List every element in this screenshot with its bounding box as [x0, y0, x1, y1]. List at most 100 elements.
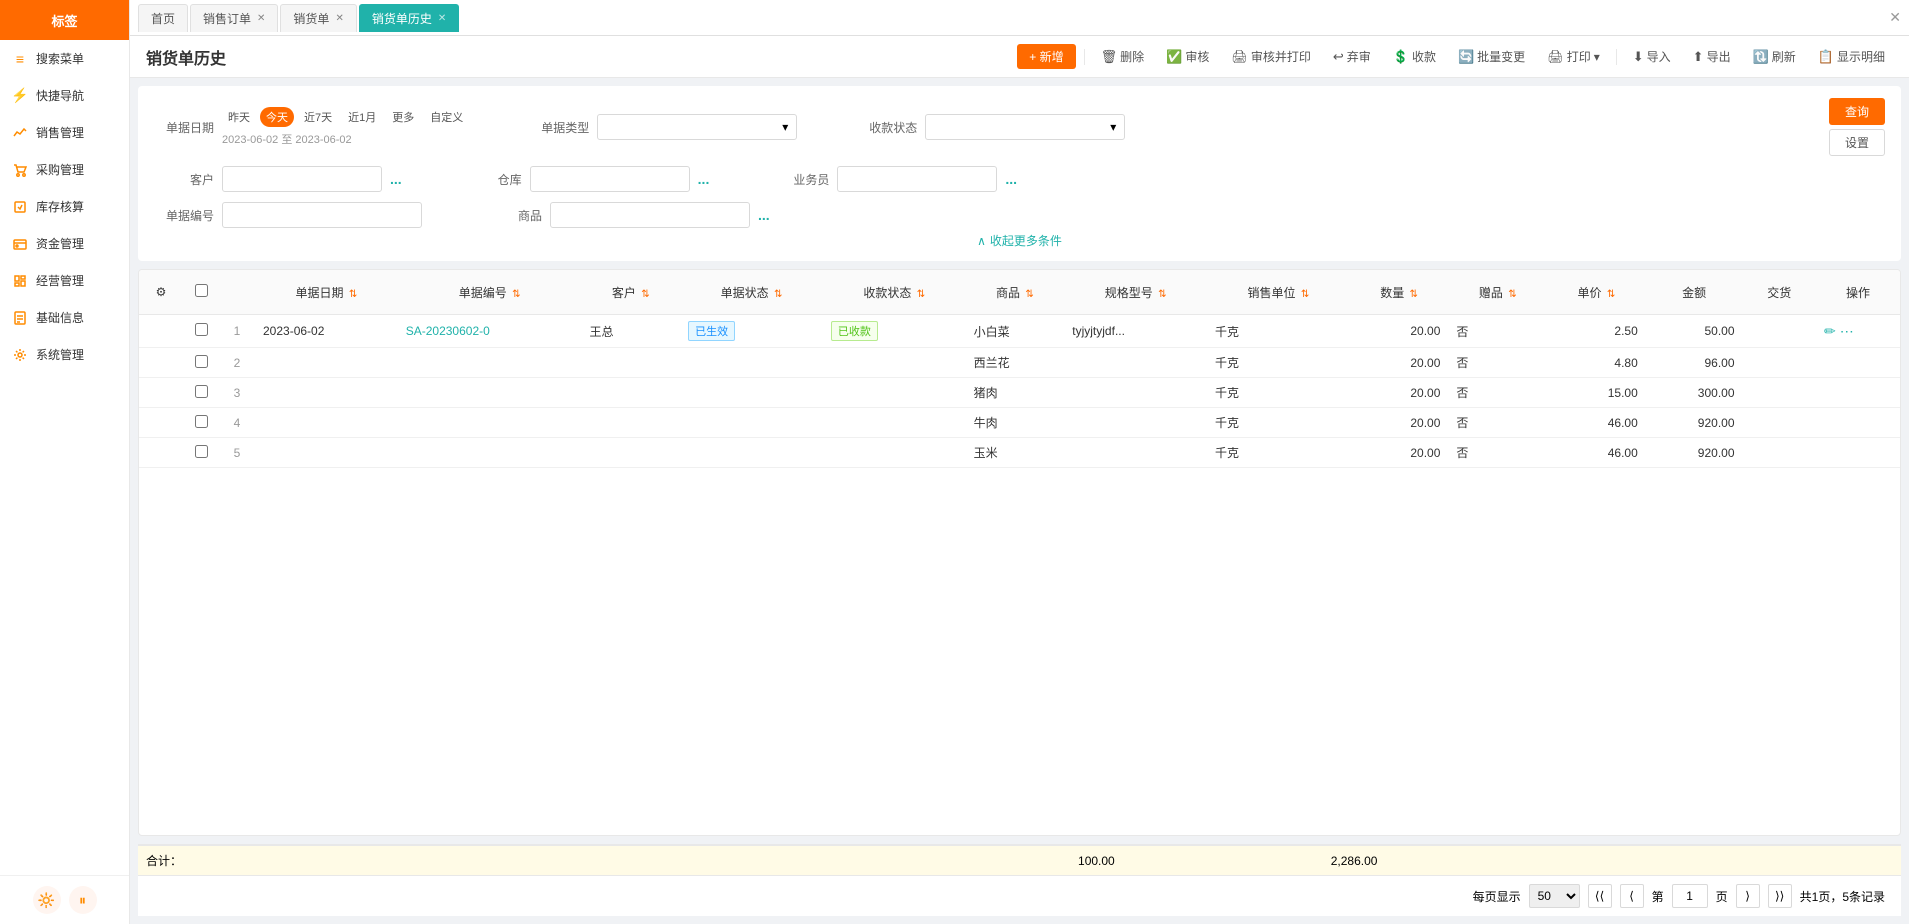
cell-collect-status-0: 已收款 — [823, 315, 966, 348]
date-pill-7days[interactable]: 近7天 — [298, 107, 338, 127]
col-collect-status[interactable]: 收款状态 ⇅ — [823, 270, 966, 315]
filter-area: 单据日期 昨天 今天 近7天 近1月 更多 自定义 2023-06-02 至 2… — [138, 86, 1901, 261]
sidebar-item-sales-mgmt[interactable]: 销售管理 — [0, 114, 129, 151]
date-pill-1month[interactable]: 近1月 — [342, 107, 382, 127]
warehouse-input[interactable] — [530, 166, 690, 192]
col-customer[interactable]: 客户 ⇅ — [581, 270, 680, 315]
tab-sales-history-close[interactable]: ✕ — [438, 13, 446, 24]
sidebar-bottom-btn2[interactable]: ⏸ — [69, 886, 97, 914]
collect-button[interactable]: 💲 收款 — [1385, 44, 1444, 69]
filter-date: 单据日期 昨天 今天 近7天 近1月 更多 自定义 2023-06-02 至 2… — [154, 107, 469, 147]
row-checkbox-3[interactable] — [195, 415, 208, 428]
print-button[interactable]: 🖨 打印 ▾ — [1539, 44, 1608, 69]
doc-type-select[interactable]: ▾ — [597, 114, 797, 140]
sidebar-item-search-menu[interactable]: ≡ 搜索菜单 — [0, 40, 129, 77]
abandon-button[interactable]: ↩ 弃审 — [1325, 44, 1379, 69]
sidebar-bottom-btn1[interactable]: 🔆 — [33, 886, 61, 914]
sidebar-item-base-info[interactable]: 基础信息 — [0, 299, 129, 336]
col-sales-unit[interactable]: 销售单位 ⇅ — [1207, 270, 1350, 315]
batch-change-button[interactable]: 🔄 批量变更 — [1450, 44, 1533, 69]
col-unit-price[interactable]: 单价 ⇅ — [1547, 270, 1646, 315]
delete-button[interactable]: 🗑 删除 — [1093, 44, 1153, 69]
col-doc-no[interactable]: 单据编号 ⇅ — [398, 270, 582, 315]
setting-button[interactable]: 设置 — [1829, 129, 1885, 156]
more-icon-0[interactable]: ⋯ — [1840, 323, 1854, 340]
row-checkbox-2[interactable] — [195, 385, 208, 398]
tab-sales-history[interactable]: 销货单历史 ✕ — [359, 4, 459, 32]
date-pill-today[interactable]: 今天 — [260, 107, 294, 127]
page-first-btn[interactable]: ⟨⟨ — [1588, 884, 1612, 908]
tab-close-all[interactable]: ✕ — [1889, 9, 1901, 26]
col-goods[interactable]: 商品 ⇅ — [966, 270, 1065, 315]
customer-ellipsis-btn[interactable]: ... — [390, 171, 402, 187]
review-print-icon: 🖨 — [1231, 49, 1248, 65]
tab-home[interactable]: 首页 — [138, 4, 188, 32]
cell-customer-4 — [581, 438, 680, 468]
cell-gift-4: 否 — [1448, 438, 1547, 468]
col-doc-status[interactable]: 单据状态 ⇅ — [680, 270, 823, 315]
page-input[interactable] — [1672, 884, 1708, 908]
new-button[interactable]: + 新增 — [1017, 44, 1075, 69]
sidebar-item-fund-mgmt[interactable]: 资金管理 — [0, 225, 129, 262]
page-last-btn[interactable]: ⟩⟩ — [1768, 884, 1792, 908]
cell-collect-status-4 — [823, 438, 966, 468]
page-prev-btn[interactable]: ⟨ — [1620, 884, 1644, 908]
sidebar-item-inventory-calc[interactable]: 库存核算 — [0, 188, 129, 225]
col-quantity[interactable]: 数量 ⇅ — [1350, 270, 1449, 315]
sales-mgmt-icon — [12, 125, 28, 141]
select-all-checkbox[interactable] — [195, 284, 208, 297]
cell-customer-3 — [581, 408, 680, 438]
cell-gear-0 — [139, 315, 183, 348]
col-gift[interactable]: 赠品 ⇅ — [1448, 270, 1547, 315]
filter-doc-type: 单据类型 ▾ — [529, 114, 797, 140]
row-checkbox-4[interactable] — [195, 445, 208, 458]
date-pill-more[interactable]: 更多 — [386, 107, 420, 127]
cell-doc-date-3 — [255, 408, 398, 438]
col-spec-type[interactable]: 规格型号 ⇅ — [1064, 270, 1207, 315]
sidebar-item-sys-mgmt[interactable]: 系统管理 — [0, 336, 129, 373]
cell-doc-no-3 — [398, 408, 582, 438]
cell-unit-price-3: 46.00 — [1547, 408, 1646, 438]
date-pill-custom[interactable]: 自定义 — [424, 107, 469, 127]
page-size-select[interactable]: 50 100 200 — [1529, 884, 1580, 908]
refresh-button[interactable]: 🔃 刷新 — [1745, 44, 1804, 69]
col-customer-label: 客户 — [612, 286, 636, 300]
doc-no-input[interactable] — [222, 202, 422, 228]
collapse-label: 收起更多条件 — [990, 232, 1062, 249]
collapse-button[interactable]: ∧ 收起更多条件 — [154, 232, 1885, 249]
tab-sales-goods-close[interactable]: ✕ — [335, 13, 343, 24]
review-print-button[interactable]: 🖨 审核并打印 — [1223, 44, 1319, 69]
sidebar-item-label: 快捷导航 — [36, 87, 84, 104]
show-detail-button[interactable]: 📋 显示明细 — [1810, 44, 1893, 69]
goods-input[interactable] — [550, 202, 750, 228]
batch-change-icon: 🔄 — [1458, 49, 1474, 65]
salesperson-input[interactable] — [837, 166, 997, 192]
query-button[interactable]: 查询 — [1829, 98, 1885, 125]
sidebar-logo: 标签 — [0, 0, 129, 40]
customer-input[interactable] — [222, 166, 382, 192]
row-checkbox-1[interactable] — [195, 355, 208, 368]
sidebar-item-quick-nav[interactable]: ⚡ 快捷导航 — [0, 77, 129, 114]
tab-sales-order-close[interactable]: ✕ — [257, 13, 265, 24]
table-gear-icon[interactable]: ⚙ — [147, 278, 175, 306]
date-pill-yesterday[interactable]: 昨天 — [222, 107, 256, 127]
row-checkbox-0[interactable] — [195, 323, 208, 336]
review-button[interactable]: ✅ 审核 — [1158, 44, 1217, 69]
col-doc-date[interactable]: 单据日期 ⇅ — [255, 270, 398, 315]
tab-sales-order[interactable]: 销售订单 ✕ — [190, 4, 278, 32]
cell-actions-2 — [1816, 378, 1900, 408]
export-button[interactable]: ⬆ 导出 — [1685, 44, 1739, 69]
sort-icon-gift: ⇅ — [1508, 289, 1516, 300]
sidebar-item-purchase-mgmt[interactable]: 采购管理 — [0, 151, 129, 188]
goods-ellipsis-btn[interactable]: ... — [758, 207, 770, 223]
page-next-btn[interactable]: ⟩ — [1736, 884, 1760, 908]
collect-status-select[interactable]: ▾ — [925, 114, 1125, 140]
sidebar-item-ops-mgmt[interactable]: 经营管理 — [0, 262, 129, 299]
import-button[interactable]: ⬇ 导入 — [1625, 44, 1679, 69]
tab-sales-goods[interactable]: 销货单 ✕ — [280, 4, 356, 32]
sort-icon-customer: ⇅ — [641, 289, 649, 300]
warehouse-ellipsis-btn[interactable]: ... — [698, 171, 710, 187]
edit-icon-0[interactable]: ✏ — [1824, 323, 1836, 340]
doc-no-link-0[interactable]: SA-20230602-0 — [406, 324, 490, 338]
salesperson-ellipsis-btn[interactable]: ... — [1005, 171, 1017, 187]
